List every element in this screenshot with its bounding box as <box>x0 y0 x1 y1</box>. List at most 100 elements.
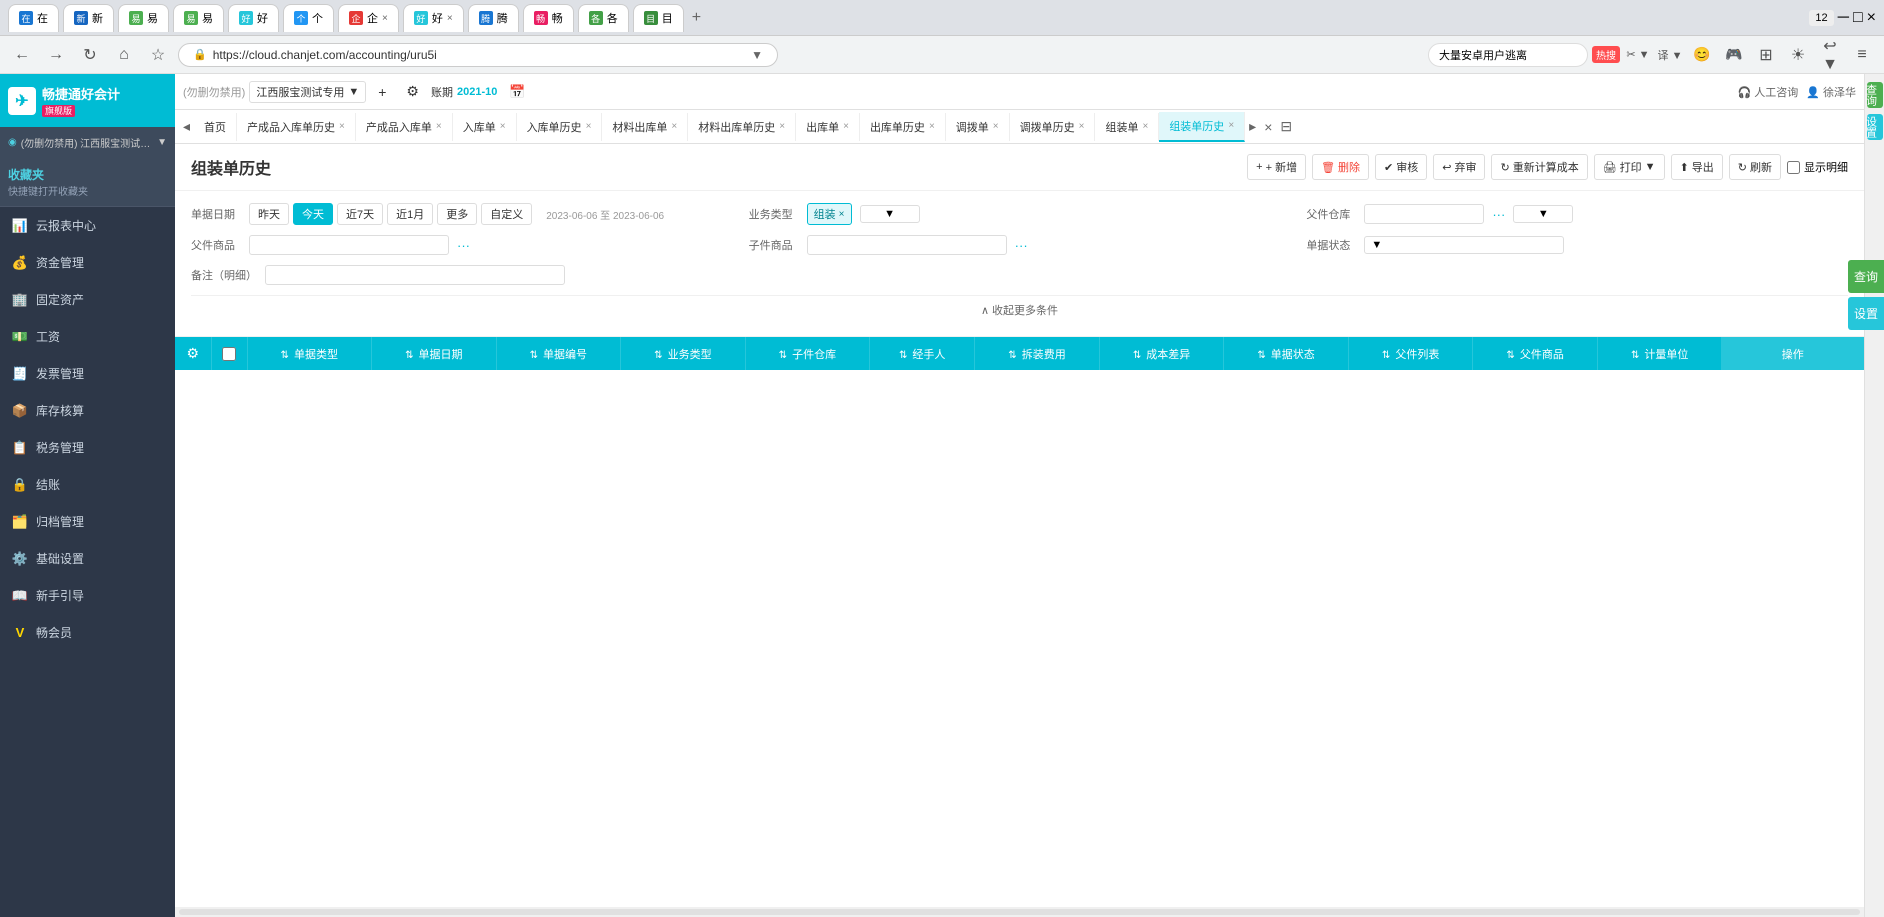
float-query-button[interactable]: 查询 <box>1848 260 1884 293</box>
company-dropdown-icon[interactable]: ▼ <box>348 86 359 98</box>
nav-tab-bundle-history[interactable]: 组装单历史 × <box>1159 112 1245 142</box>
sidebar-item-fixed-assets[interactable]: 🏢 固定资产 <box>0 281 175 318</box>
tab-item-6[interactable]: 个 个 <box>283 4 334 32</box>
th-cost-diff[interactable]: 成本差异 <box>1099 337 1224 370</box>
forward-button[interactable]: → <box>42 41 70 69</box>
print-button[interactable]: 🖨 打印 ▼ <box>1594 154 1665 180</box>
scrollbar-placeholder[interactable] <box>175 907 1864 917</box>
nav-tab-material-out[interactable]: 材料出库单 × <box>602 113 688 141</box>
sidebar-bookmark[interactable]: 收藏夹 快捷键打开收藏夹 <box>0 158 175 207</box>
nav-tab-produce-in-history-close[interactable]: × <box>339 121 345 132</box>
float-settings-button[interactable]: 设置 <box>1848 297 1884 330</box>
sidebar-item-settlement[interactable]: 🔒 结账 <box>0 466 175 503</box>
nav-tab-material-out-close[interactable]: × <box>671 121 677 132</box>
grid-button[interactable]: ⊞ <box>1752 41 1780 69</box>
collapse-btn[interactable]: ∧ 收起更多条件 <box>981 302 1058 318</box>
nav-tab-outbound-close[interactable]: × <box>843 121 849 132</box>
tab-item-3[interactable]: 易 易 <box>118 4 169 32</box>
new-button[interactable]: + + 新增 <box>1247 154 1306 180</box>
sidebar-company-dropdown[interactable]: ▼ <box>157 137 167 148</box>
tab-item-2[interactable]: 新 新 <box>63 4 114 32</box>
menu-button[interactable]: ≡ <box>1848 41 1876 69</box>
th-slip-no[interactable]: 单据编号 <box>496 337 621 370</box>
nav-more[interactable]: ⊟ <box>1276 118 1296 135</box>
sidebar-item-salary[interactable]: 💵 工资 <box>0 318 175 355</box>
sidebar-item-guide[interactable]: 📖 新手引导 <box>0 577 175 614</box>
new-tab-button[interactable]: + <box>688 9 705 27</box>
sidebar-item-inventory[interactable]: 📦 库存核算 <box>0 392 175 429</box>
custom-date-btn[interactable]: 自定义 <box>481 203 532 225</box>
child-goods-ellipsis[interactable]: ··· <box>1015 238 1028 253</box>
business-type-dropdown[interactable]: ▼ <box>860 205 920 223</box>
more-date-btn[interactable]: 更多 <box>437 203 477 225</box>
nav-tab-produce-in[interactable]: 产成品入库单 × <box>356 113 453 141</box>
sidebar-item-basic-settings[interactable]: ⚙️ 基础设置 <box>0 540 175 577</box>
table-settings-icon[interactable]: ⚙ <box>186 345 199 361</box>
tab-item-10[interactable]: 畅 畅 <box>523 4 574 32</box>
th-slip-type[interactable]: 单据类型 <box>247 337 372 370</box>
nav-tab-assemble-history[interactable]: 调拨单历史 × <box>1010 113 1096 141</box>
sidebar-item-vip[interactable]: V 畅会员 <box>0 614 175 651</box>
delete-button[interactable]: 🗑 删除 <box>1312 154 1369 180</box>
abandon-button[interactable]: ↩ 弃审 <box>1433 154 1485 180</box>
game-button[interactable]: 🎮 <box>1720 41 1748 69</box>
tab-item-5[interactable]: 好 好 <box>228 4 279 32</box>
close-button[interactable]: × <box>1867 9 1876 27</box>
sidebar-company[interactable]: ◉ (勿删勿禁用) 江西服宝测试专用 ▼ <box>0 127 175 158</box>
nav-tab-assemble-history-close[interactable]: × <box>1079 121 1085 132</box>
tab-item-11[interactable]: 各 各 <box>578 4 629 32</box>
nav-tab-bundle[interactable]: 组装单 × <box>1095 113 1159 141</box>
parent-goods-ellipsis[interactable]: ··· <box>457 238 470 253</box>
recalc-button[interactable]: ↻ 重新计算成本 <box>1491 154 1587 180</box>
select-all-checkbox[interactable] <box>222 347 236 361</box>
tab-item-9[interactable]: 腾 腾 <box>468 4 519 32</box>
tab-item-7[interactable]: 企 企 × <box>338 4 399 32</box>
note-input[interactable] <box>265 265 565 285</box>
parent-warehouse-dropdown[interactable]: ▼ <box>1513 205 1573 223</box>
th-checkbox[interactable] <box>211 337 247 370</box>
tab-close-7[interactable]: × <box>382 13 388 24</box>
th-business-type[interactable]: 业务类型 <box>621 337 746 370</box>
cut-tool-button[interactable]: ✂ ▼ <box>1624 41 1652 69</box>
parent-warehouse-ellipsis[interactable]: ··· <box>1492 207 1505 222</box>
th-slip-status[interactable]: 单据状态 <box>1224 337 1349 370</box>
tab-item-1[interactable]: 在 在 <box>8 4 59 32</box>
tab-close-8[interactable]: × <box>447 13 453 24</box>
th-parent-list[interactable]: 父件列表 <box>1348 337 1473 370</box>
bookmark-button[interactable]: ☆ <box>144 41 172 69</box>
address-bar[interactable]: 🔒 https://cloud.chanjet.com/accounting/u… <box>178 43 778 67</box>
tab-item-4[interactable]: 易 易 <box>173 4 224 32</box>
nav-tab-home[interactable]: 首页 <box>194 113 237 141</box>
add-company-button[interactable]: + <box>370 82 394 102</box>
nav-tab-produce-in-close[interactable]: × <box>436 121 442 132</box>
nav-tab-inbound-history-close[interactable]: × <box>586 121 592 132</box>
sidebar-item-archive-mgmt[interactable]: 🗂️ 归档管理 <box>0 503 175 540</box>
show-detail-checkbox-label[interactable]: 显示明细 <box>1787 159 1848 175</box>
tab-item-8[interactable]: 好 好 × <box>403 4 464 32</box>
brightness-button[interactable]: ☀ <box>1784 41 1812 69</box>
yesterday-btn[interactable]: 昨天 <box>249 203 289 225</box>
show-detail-checkbox[interactable] <box>1787 161 1800 174</box>
nav-tab-produce-in-history[interactable]: 产成品入库单历史 × <box>237 113 356 141</box>
reload-button[interactable]: ↻ <box>76 41 104 69</box>
sidebar-item-invoice-mgmt[interactable]: 🧾 发票管理 <box>0 355 175 392</box>
nav-tab-inbound[interactable]: 入库单 × <box>453 113 517 141</box>
export-button[interactable]: ⬆ 导出 <box>1671 154 1723 180</box>
sidebar-item-cloud-report[interactable]: 📊 云报表中心 <box>0 207 175 244</box>
right-panel-settings-btn[interactable]: 设置 <box>1867 114 1883 140</box>
scrollbar-track[interactable] <box>179 909 1860 915</box>
th-parent-goods[interactable]: 父件商品 <box>1473 337 1598 370</box>
th-child-warehouse[interactable]: 子件仓库 <box>745 337 870 370</box>
th-slip-date[interactable]: 单据日期 <box>372 337 497 370</box>
top-company-selector[interactable]: 江西服宝测试专用 ▼ <box>249 81 366 103</box>
maximize-button[interactable]: □ <box>1853 9 1863 27</box>
nav-tab-bundle-close[interactable]: × <box>1142 121 1148 132</box>
emoji-button[interactable]: 😊 <box>1688 41 1716 69</box>
audit-button[interactable]: ✔ 审核 <box>1375 154 1427 180</box>
week-btn[interactable]: 近7天 <box>337 203 383 225</box>
child-goods-input[interactable] <box>807 235 1007 255</box>
nav-tab-outbound-history-close[interactable]: × <box>929 121 935 132</box>
settings-gear-button[interactable]: ⚙ <box>398 81 427 102</box>
print-dropdown-icon[interactable]: ▼ <box>1645 161 1656 173</box>
table-area[interactable]: ⚙ 单据类型 单据日期 单据编 <box>175 337 1864 907</box>
